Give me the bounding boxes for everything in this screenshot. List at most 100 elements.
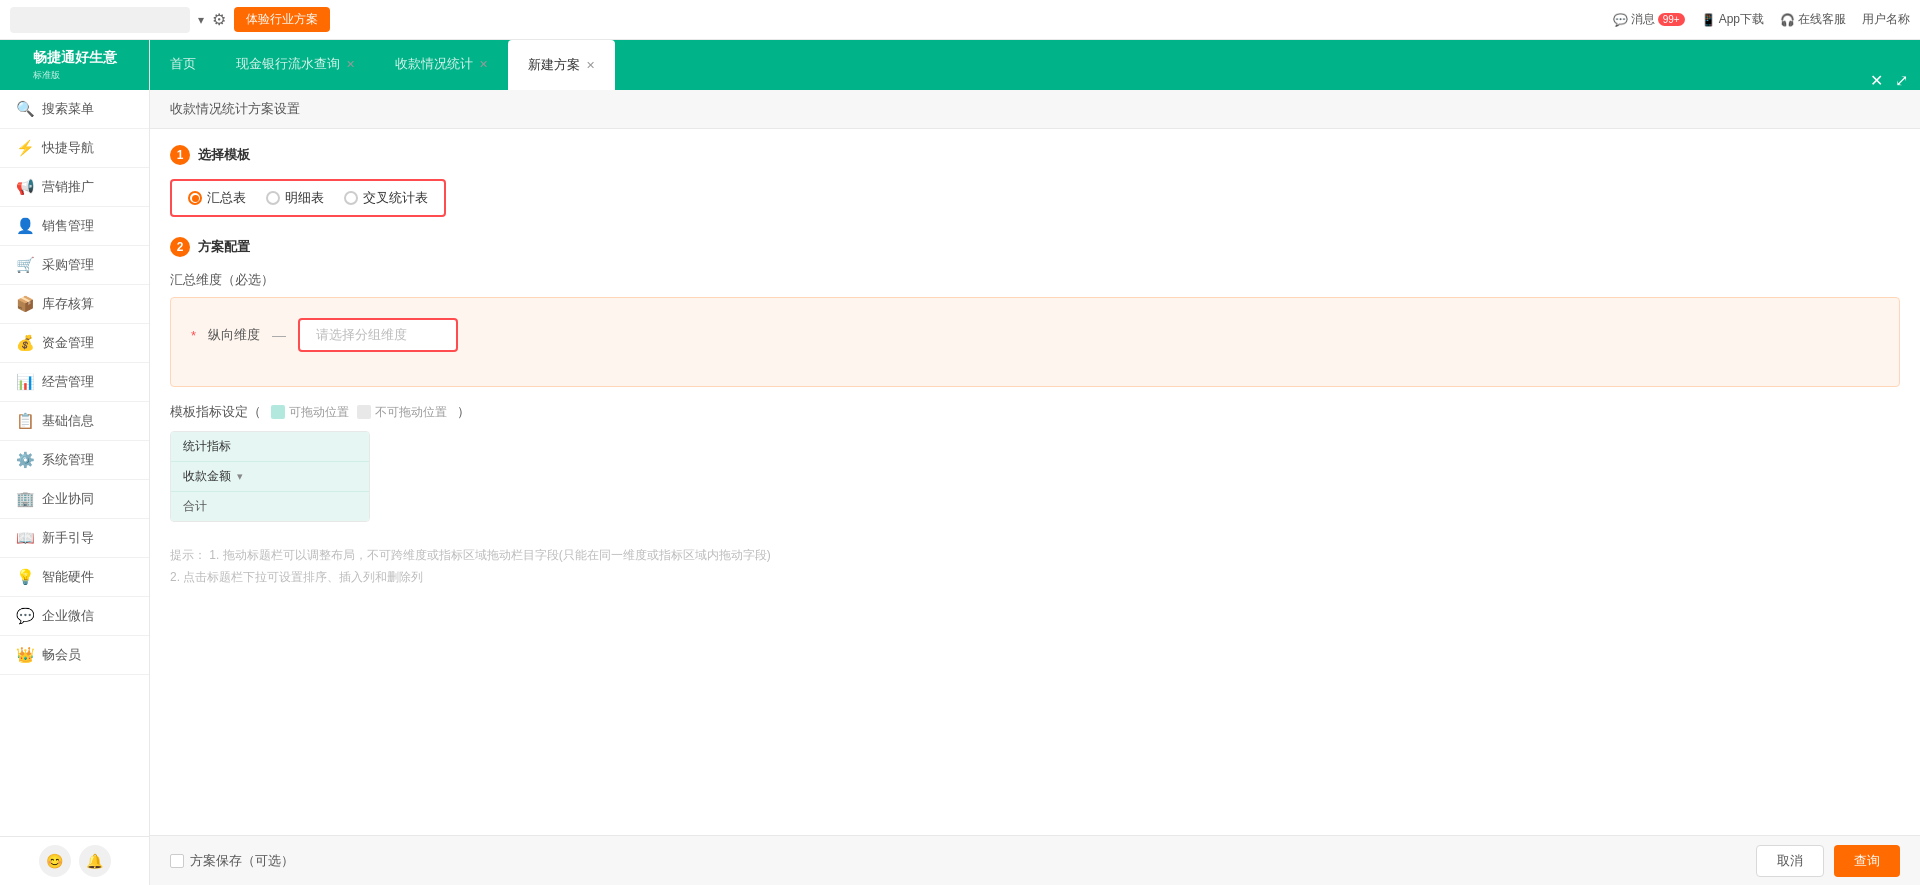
step1-section: 1 选择模板 汇总表 明细表 — [170, 145, 1900, 217]
step1-header: 1 选择模板 — [170, 145, 1900, 165]
tab-new-plan[interactable]: 新建方案 ✕ — [508, 40, 615, 90]
radio-cross-stat[interactable]: 交叉统计表 — [344, 189, 428, 207]
online-service-label: 在线客服 — [1798, 11, 1846, 28]
sidebar-item-member[interactable]: 👑 畅会员 — [0, 636, 149, 675]
query-button[interactable]: 查询 — [1834, 845, 1900, 877]
fixed-label: 不可拖动位置 — [375, 404, 447, 421]
tab-expand-icon[interactable]: ⤢ — [1895, 71, 1908, 90]
tab-close-all-icon[interactable]: ✕ — [1870, 71, 1883, 90]
sidebar-label-hardware: 智能硬件 — [42, 568, 94, 586]
app-download-btn[interactable]: 📱 App下载 — [1701, 11, 1764, 28]
sidebar-bottom-btn2[interactable]: 🔔 — [79, 845, 111, 877]
fixed-box — [357, 405, 371, 419]
movable-box — [271, 405, 285, 419]
tab-receipt-stat[interactable]: 收款情况统计 ✕ — [375, 40, 508, 90]
step1-num: 1 — [170, 145, 190, 165]
sidebar-item-wechat[interactable]: 💬 企业微信 — [0, 597, 149, 636]
metrics-item-receipt[interactable]: 收款金额 ▾ — [171, 462, 369, 492]
top-header: ▾ ⚙ 体验行业方案 💬 消息 99+ 📱 App下载 🎧 在线客服 用户名称 — [0, 0, 1920, 40]
metrics-sum-cell: 合计 — [171, 492, 369, 521]
sidebar-bottom-btn1[interactable]: 😊 — [39, 845, 71, 877]
operations-icon: 📊 — [16, 373, 34, 391]
user-name[interactable]: 用户名称 — [1862, 11, 1910, 28]
main-layout: 畅捷通好生意 标准版 🔍 搜索菜单 ⚡ 快捷导航 📢 营销推广 👤 销售管理 🛒… — [0, 40, 1920, 885]
wechat-icon: 💬 — [16, 607, 34, 625]
sidebar-item-smart-hardware[interactable]: 💡 智能硬件 — [0, 558, 149, 597]
metrics-legend: 可拖动位置 不可拖动位置 — [271, 404, 447, 421]
sidebar-label-wechat: 企业微信 — [42, 607, 94, 625]
sidebar-item-marketing[interactable]: 📢 营销推广 — [0, 168, 149, 207]
logo-sub: 标准版 — [33, 69, 117, 82]
hardware-icon: 💡 — [16, 568, 34, 586]
metrics-label: 模板指标设定（ — [170, 403, 261, 421]
enterprise-icon: 🏢 — [16, 490, 34, 508]
sidebar-item-basic-info[interactable]: 📋 基础信息 — [0, 402, 149, 441]
save-checkbox[interactable] — [170, 854, 184, 868]
sidebar-label-member: 畅会员 — [42, 646, 81, 664]
sidebar-item-purchase[interactable]: 🛒 采购管理 — [0, 246, 149, 285]
purchase-icon: 🛒 — [16, 256, 34, 274]
tab-receipt-stat-close[interactable]: ✕ — [479, 58, 488, 71]
industry-btn[interactable]: 体验行业方案 — [234, 7, 330, 32]
step2-header: 2 方案配置 — [170, 237, 1900, 257]
sales-icon: 👤 — [16, 217, 34, 235]
radio-cross-stat-label: 交叉统计表 — [363, 189, 428, 207]
sidebar-item-search[interactable]: 🔍 搜索菜单 — [0, 90, 149, 129]
cancel-button[interactable]: 取消 — [1756, 845, 1824, 877]
plan-save-checkbox[interactable]: 方案保存（可选） — [170, 852, 294, 870]
sidebar-item-operations[interactable]: 📊 经营管理 — [0, 363, 149, 402]
tab-cash-bank-close[interactable]: ✕ — [346, 58, 355, 71]
page-title-bar: 收款情况统计方案设置 — [150, 90, 1920, 129]
bottom-bar: 方案保存（可选） 取消 查询 — [150, 835, 1920, 885]
tab-new-plan-close[interactable]: ✕ — [586, 59, 595, 72]
hint-line2: 2. 点击标题栏下拉可设置排序、插入列和删除列 — [170, 567, 1900, 589]
sidebar-item-sales[interactable]: 👤 销售管理 — [0, 207, 149, 246]
basic-info-icon: 📋 — [16, 412, 34, 430]
radio-summary-label: 汇总表 — [207, 189, 246, 207]
radio-cross-stat-circle — [344, 191, 358, 205]
app-icon: 📱 — [1701, 13, 1716, 27]
dim-arrow-icon: — — [272, 327, 286, 343]
tab-home[interactable]: 首页 — [150, 40, 216, 90]
sidebar-item-enterprise[interactable]: 🏢 企业协同 — [0, 480, 149, 519]
radio-summary-circle — [188, 191, 202, 205]
sidebar-item-finance[interactable]: 💰 资金管理 — [0, 324, 149, 363]
sidebar-item-inventory[interactable]: 📦 库存核算 — [0, 285, 149, 324]
radio-summary[interactable]: 汇总表 — [188, 189, 246, 207]
online-service-btn[interactable]: 🎧 在线客服 — [1780, 11, 1846, 28]
sidebar-logo: 畅捷通好生意 标准版 — [0, 40, 149, 90]
radio-detail[interactable]: 明细表 — [266, 189, 324, 207]
dim-selector[interactable]: 请选择分组维度 — [298, 318, 458, 352]
header-right: 💬 消息 99+ 📱 App下载 🎧 在线客服 用户名称 — [1613, 11, 1910, 28]
hint-line1: 提示： 1. 拖动标题栏可以调整布局，不可跨维度或指标区域拖动栏目字段(只能在同… — [170, 545, 1900, 567]
page-title: 收款情况统计方案设置 — [170, 101, 300, 116]
finance-icon: 💰 — [16, 334, 34, 352]
sidebar-label-system: 系统管理 — [42, 451, 94, 469]
chevron-down-icon: ▾ — [237, 470, 243, 483]
sidebar-label-guide: 新手引导 — [42, 529, 94, 547]
tab-new-plan-label: 新建方案 — [528, 56, 580, 74]
content-area: 首页 现金银行流水查询 ✕ 收款情况统计 ✕ 新建方案 ✕ ✕ ⤢ 收款情况统计… — [150, 40, 1920, 885]
step2-title: 方案配置 — [198, 238, 250, 256]
sidebar-label-marketing: 营销推广 — [42, 178, 94, 196]
member-icon: 👑 — [16, 646, 34, 664]
sidebar-item-guide[interactable]: 📖 新手引导 — [0, 519, 149, 558]
sidebar-label-enterprise: 企业协同 — [42, 490, 94, 508]
inventory-icon: 📦 — [16, 295, 34, 313]
dim-area: * 纵向维度 — 请选择分组维度 — [170, 297, 1900, 387]
message-btn[interactable]: 💬 消息 99+ — [1613, 11, 1685, 28]
hints-area: 提示： 1. 拖动标题栏可以调整布局，不可跨维度或指标区域拖动栏目字段(只能在同… — [170, 545, 1900, 588]
header-search-bar[interactable] — [10, 7, 190, 33]
header-dropdown-icon[interactable]: ▾ — [198, 13, 204, 27]
legend-movable: 可拖动位置 — [271, 404, 349, 421]
gear-icon[interactable]: ⚙ — [212, 10, 226, 29]
metrics-config: 模板指标设定（ 可拖动位置 不可拖动位置 — [170, 403, 1900, 525]
step2-num: 2 — [170, 237, 190, 257]
sidebar-bottom: 😊 🔔 — [0, 836, 149, 885]
sidebar-item-quick-nav[interactable]: ⚡ 快捷导航 — [0, 129, 149, 168]
radio-detail-label: 明细表 — [285, 189, 324, 207]
tab-cash-bank[interactable]: 现金银行流水查询 ✕ — [216, 40, 375, 90]
sidebar-label-operations: 经营管理 — [42, 373, 94, 391]
sidebar-item-system[interactable]: ⚙️ 系统管理 — [0, 441, 149, 480]
summary-dim-label: 汇总维度（必选） — [170, 271, 1900, 289]
